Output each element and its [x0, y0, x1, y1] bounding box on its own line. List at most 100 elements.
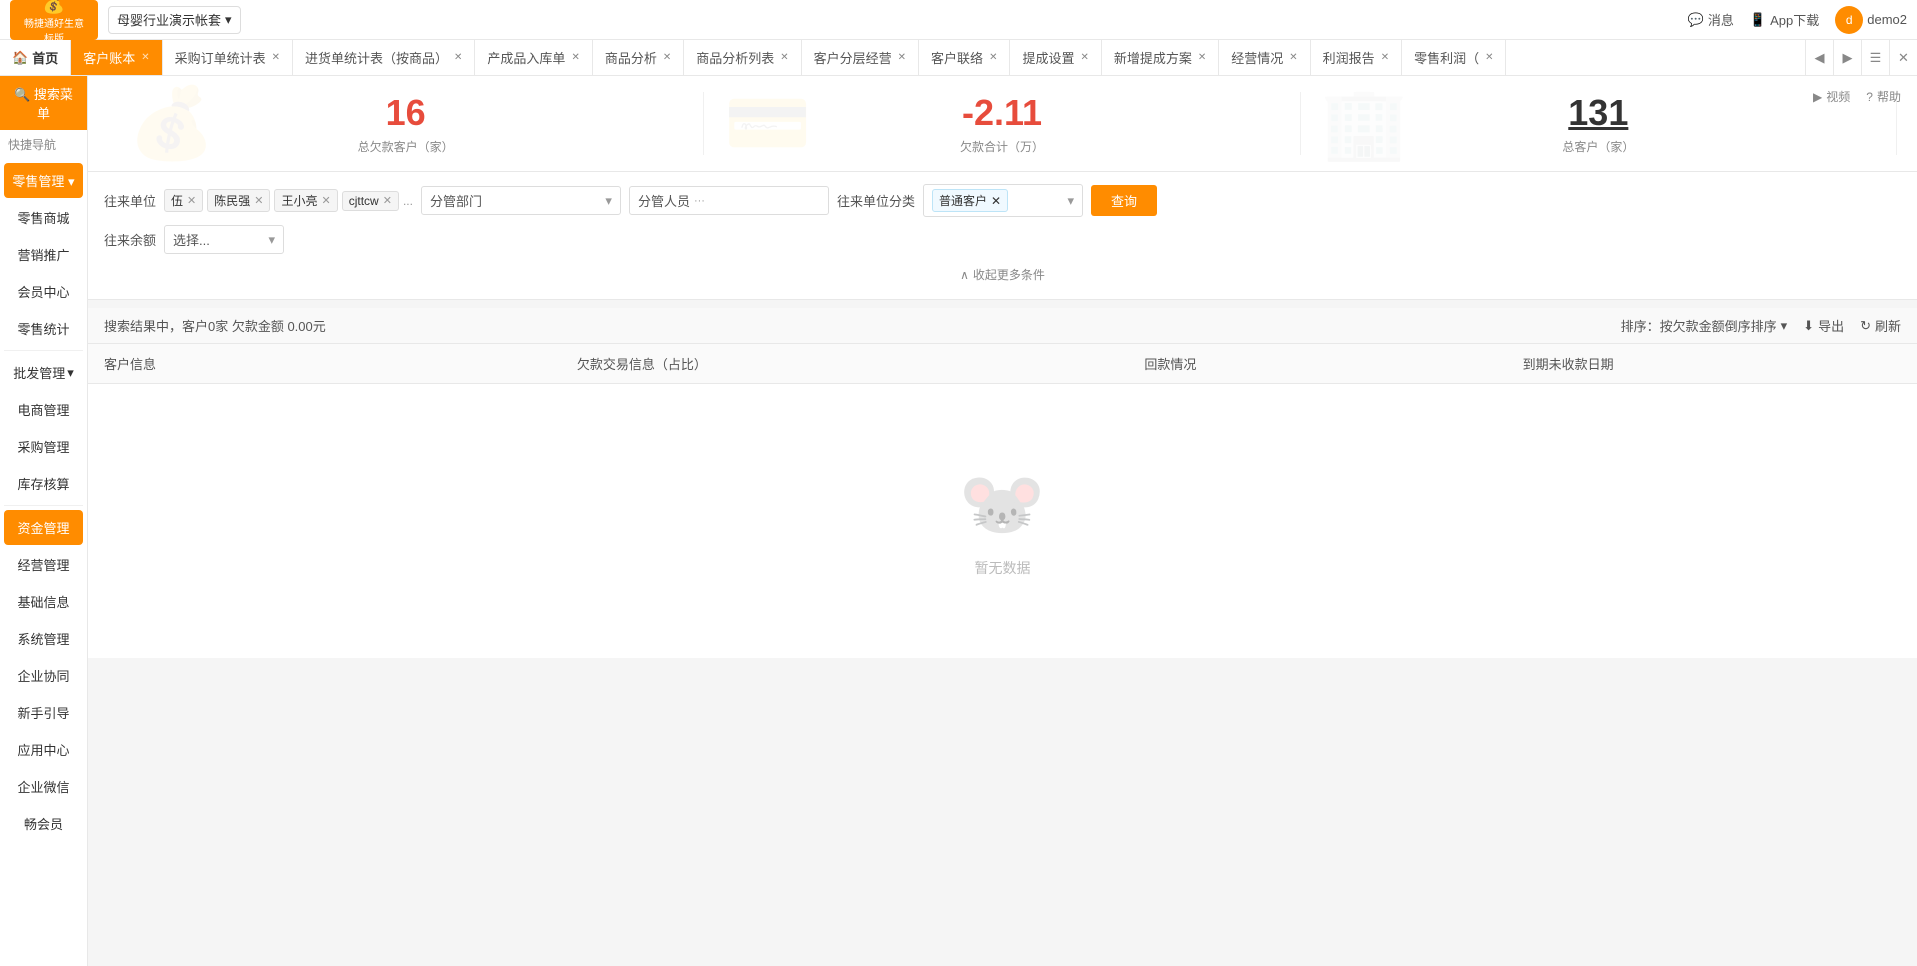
- sidebar-item-wholesale[interactable]: 批发管理 ▾: [4, 355, 83, 390]
- filter-tag-wang: 王小亮 ✕: [274, 189, 337, 212]
- tab-retail-profit[interactable]: 零售利润（ ✕: [1402, 40, 1506, 76]
- refresh-btn[interactable]: ↻ 刷新: [1860, 316, 1901, 335]
- sidebar-item-retail-mall[interactable]: 零售商城: [4, 200, 83, 235]
- app-download-link[interactable]: 📱 App下载: [1750, 10, 1819, 29]
- collapse-button[interactable]: ∧ 收起更多条件: [104, 262, 1901, 287]
- sidebar-item-retail-mall-label: 零售商城: [17, 211, 69, 226]
- balance-select[interactable]: 选择... ▾: [164, 225, 284, 254]
- results-info: 搜索结果中，客户0家 欠款金额 0.00元: [104, 316, 326, 335]
- content-area: 💰 16 总欠款客户（家） 💳 -2.11 欠款合计（万） 🏢 131 总客户（…: [88, 76, 1917, 966]
- tab-prev-btn[interactable]: ◀: [1805, 40, 1833, 76]
- sidebar-item-retail[interactable]: 零售管理 ▾: [4, 163, 83, 198]
- tab-customer-contact-label: 客户联络: [931, 48, 983, 67]
- tab-customer-account[interactable]: 客户账本 ✕: [71, 40, 162, 76]
- sidebar-item-system[interactable]: 系统管理: [4, 621, 83, 656]
- filter-more-btn[interactable]: ...: [403, 194, 413, 208]
- sidebar-item-inventory[interactable]: 库存核算: [4, 466, 83, 501]
- stats-actions: ▶ 视频 ? 帮助: [1813, 88, 1901, 105]
- close-icon[interactable]: ✕: [780, 52, 788, 63]
- tab-purchase-stats[interactable]: 采购订单统计表 ✕: [163, 40, 293, 76]
- stat-debtors-label: 总欠款客户（家）: [358, 138, 454, 155]
- query-button[interactable]: 查询: [1091, 185, 1157, 216]
- tab-actions: ◀ ▶ ☰ ✕: [1805, 40, 1917, 76]
- sidebar-divider-2: [4, 505, 83, 506]
- close-icon[interactable]: ✕: [272, 52, 280, 63]
- tab-stock-stats[interactable]: 进货单统计表（按商品） ✕: [293, 40, 475, 76]
- close-icon[interactable]: ✕: [898, 52, 906, 63]
- close-icon[interactable]: ✕: [454, 52, 462, 63]
- filter-tag-chen-close[interactable]: ✕: [254, 194, 263, 207]
- sidebar-item-guide[interactable]: 新手引导: [4, 695, 83, 730]
- username-label: demo2: [1867, 12, 1907, 27]
- tab-new-commission[interactable]: 新增提成方案 ✕: [1102, 40, 1219, 76]
- tab-customer-contact[interactable]: 客户联络 ✕: [919, 40, 1010, 76]
- sidebar-item-enterprise[interactable]: 企业协同: [4, 658, 83, 693]
- close-icon[interactable]: ✕: [571, 52, 579, 63]
- help-label: 帮助: [1877, 88, 1901, 105]
- close-icon[interactable]: ✕: [1485, 52, 1493, 63]
- filter-tag-chen: 陈民强 ✕: [207, 189, 270, 212]
- close-icon[interactable]: ✕: [1289, 52, 1297, 63]
- sidebar: 🔍 搜索菜单 快捷导航 零售管理 ▾ 零售商城 营销推广 会员中心: [0, 76, 88, 966]
- user-profile[interactable]: d demo2: [1835, 6, 1907, 34]
- tab-product-analysis[interactable]: 商品分析 ✕: [593, 40, 684, 76]
- sidebar-item-basic-info-label: 基础信息: [17, 595, 69, 610]
- person-select[interactable]: 分管人员 ···: [629, 186, 829, 215]
- unit-class-select[interactable]: 普通客户 ✕ ▾: [923, 184, 1083, 217]
- sidebar-item-guide-label: 新手引导: [17, 706, 69, 721]
- sidebar-item-vip[interactable]: 畅会员: [4, 806, 83, 841]
- tab-operation[interactable]: 经营情况 ✕: [1219, 40, 1310, 76]
- dept-select[interactable]: 分管部门 ▾: [421, 186, 621, 215]
- close-icon[interactable]: ✕: [1198, 52, 1206, 63]
- tab-profit-report[interactable]: 利润报告 ✕: [1311, 40, 1402, 76]
- filter-tag-wu-close[interactable]: ✕: [187, 194, 196, 207]
- tab-product-analysis-list[interactable]: 商品分析列表 ✕: [684, 40, 801, 76]
- close-icon[interactable]: ✕: [989, 52, 997, 63]
- message-link[interactable]: 💬 消息: [1688, 10, 1734, 29]
- sidebar-item-purchase-label: 采购管理: [17, 440, 69, 455]
- sidebar-nav: 零售管理 ▾ 零售商城 营销推广 会员中心 零售统计 批发管理: [0, 159, 87, 847]
- tab-close-all-btn[interactable]: ✕: [1889, 40, 1917, 76]
- export-btn[interactable]: ⬇ 导出: [1803, 316, 1844, 335]
- stat-total-customers-label: 总客户（家）: [1562, 138, 1634, 155]
- sidebar-search[interactable]: 🔍 搜索菜单: [0, 76, 87, 130]
- close-icon[interactable]: ✕: [663, 52, 671, 63]
- filter-tag-cjttcw-close[interactable]: ✕: [383, 194, 392, 207]
- workspace-selector[interactable]: 母婴行业演示帐套 ▾: [108, 6, 241, 34]
- close-icon[interactable]: ✕: [1381, 52, 1389, 63]
- unit-class-tag-close[interactable]: ✕: [991, 194, 1001, 208]
- tab-commission-setting[interactable]: 提成设置 ✕: [1010, 40, 1101, 76]
- sidebar-quick-nav[interactable]: 快捷导航: [0, 130, 87, 159]
- avatar: d: [1835, 6, 1863, 34]
- tab-home[interactable]: 🏠 首页: [0, 40, 71, 76]
- tab-product-inbound[interactable]: 产成品入库单 ✕: [475, 40, 592, 76]
- filter-tag-wang-close[interactable]: ✕: [322, 194, 331, 207]
- sidebar-item-app-center[interactable]: 应用中心: [4, 732, 83, 767]
- filter-tag-wang-text: 王小亮: [281, 192, 317, 209]
- table-col-customer-info: 客户信息: [104, 354, 577, 373]
- sidebar-item-operation[interactable]: 经营管理: [4, 547, 83, 582]
- export-label: 导出: [1818, 316, 1844, 335]
- video-link[interactable]: ▶ 视频: [1813, 88, 1850, 105]
- close-icon[interactable]: ✕: [1080, 52, 1088, 63]
- sidebar-item-finance[interactable]: 资金管理: [4, 510, 83, 545]
- tab-next-btn[interactable]: ▶: [1833, 40, 1861, 76]
- tab-customer-layer[interactable]: 客户分层经营 ✕: [802, 40, 919, 76]
- tab-menu-btn[interactable]: ☰: [1861, 40, 1889, 76]
- sidebar-item-wechat[interactable]: 企业微信: [4, 769, 83, 804]
- sort-select[interactable]: 排序：按欠款金额倒序排序 ▾: [1621, 316, 1788, 335]
- tab-purchase-stats-label: 采购订单统计表: [175, 48, 266, 67]
- sidebar-item-ecommerce[interactable]: 电商管理: [4, 392, 83, 427]
- sidebar-item-retail-stats[interactable]: 零售统计: [4, 311, 83, 346]
- sidebar-item-basic-info[interactable]: 基础信息: [4, 584, 83, 619]
- filter-tag-cjttcw-text: cjttcw: [349, 194, 379, 208]
- sidebar-item-system-label: 系统管理: [17, 632, 69, 647]
- sidebar-item-marketing[interactable]: 营销推广: [4, 237, 83, 272]
- tab-customer-account-label: 客户账本: [83, 48, 135, 67]
- sidebar-item-purchase[interactable]: 采购管理: [4, 429, 83, 464]
- sidebar-item-member[interactable]: 会员中心: [4, 274, 83, 309]
- close-icon[interactable]: ✕: [141, 52, 149, 63]
- help-link[interactable]: ? 帮助: [1866, 88, 1901, 105]
- chevron-down-icon: ▾: [225, 12, 232, 28]
- logo-text: 畅捷通好生意: [24, 15, 84, 30]
